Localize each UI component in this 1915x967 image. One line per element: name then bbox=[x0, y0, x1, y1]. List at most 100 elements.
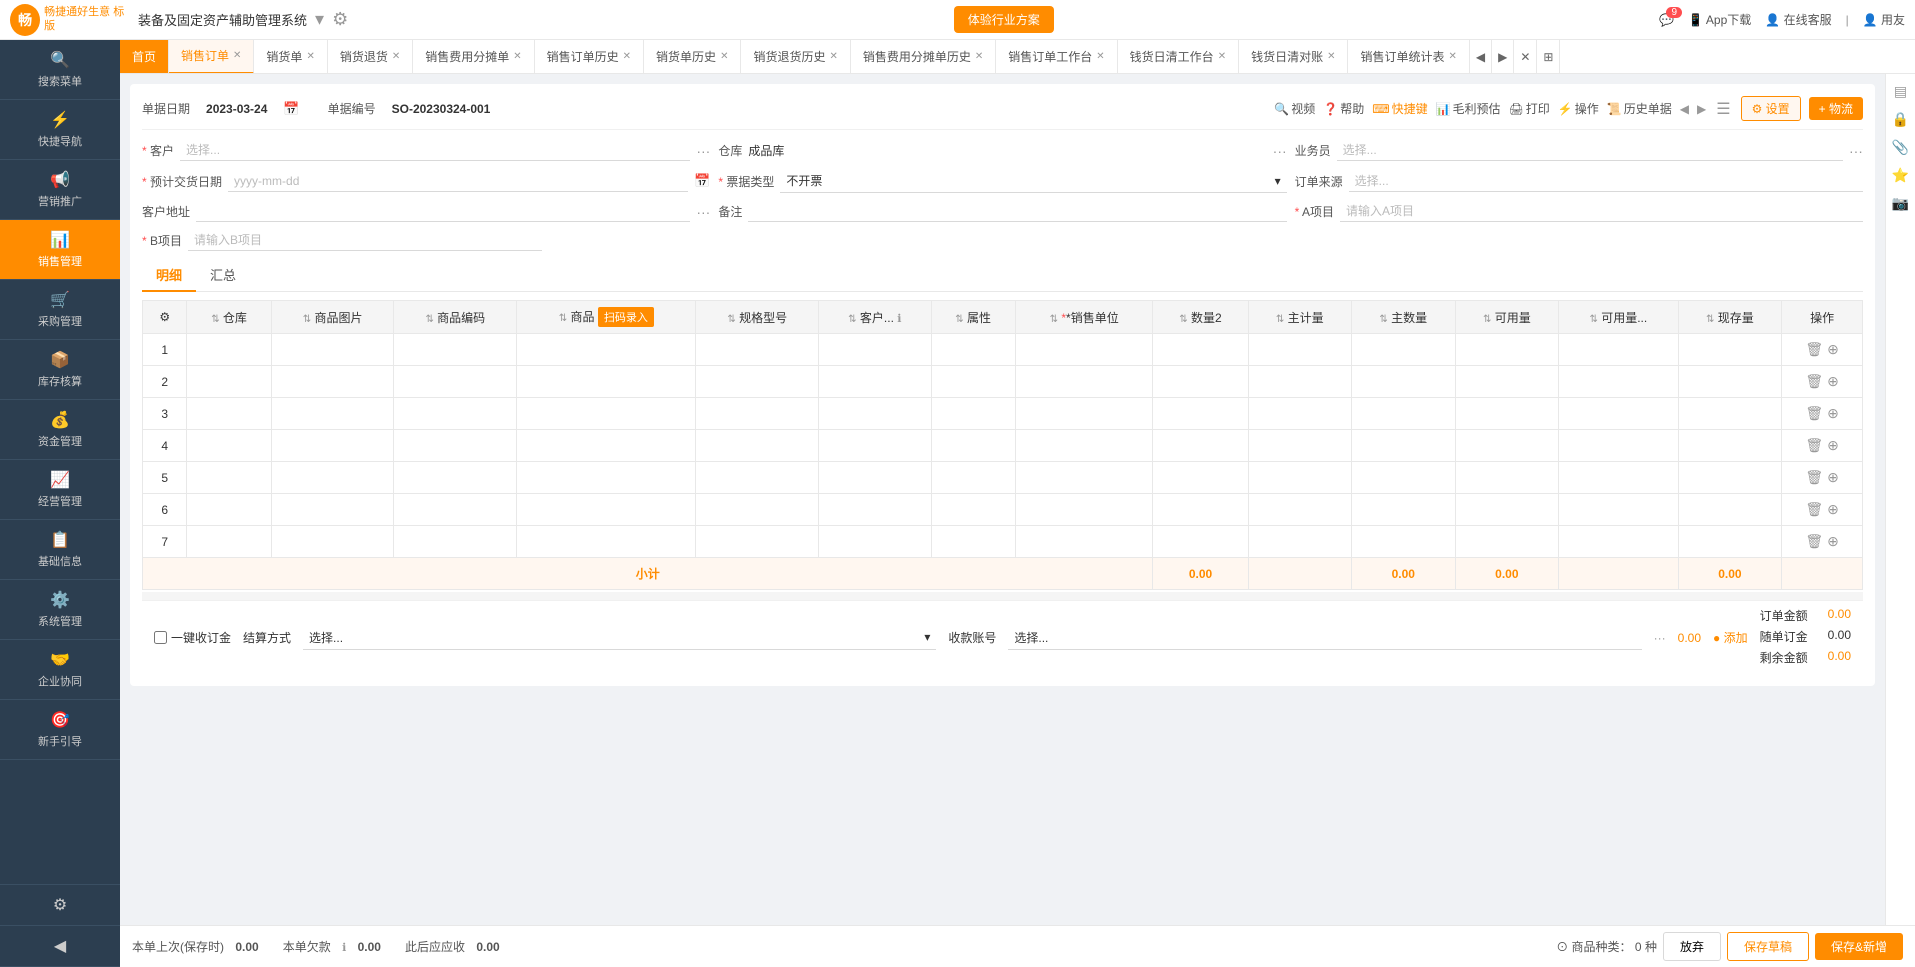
row-image-3[interactable] bbox=[271, 398, 394, 430]
row-available2-1[interactable] bbox=[1559, 334, 1679, 366]
row-delete-1[interactable]: 🗑 bbox=[1805, 341, 1823, 358]
account-select[interactable]: 选择... bbox=[1008, 626, 1641, 650]
row-main-unit-1[interactable] bbox=[1248, 334, 1352, 366]
row-spec-3[interactable] bbox=[696, 398, 819, 430]
tab-nav-grid[interactable]: ⊞ bbox=[1537, 40, 1560, 74]
row-code-4[interactable] bbox=[394, 430, 517, 462]
tab-statistics[interactable]: 销售订单统计表 ✕ bbox=[1348, 40, 1469, 74]
delivery-input[interactable] bbox=[228, 171, 688, 192]
row-available-4[interactable] bbox=[1455, 430, 1559, 462]
row-available-6[interactable] bbox=[1455, 494, 1559, 526]
view-switcher[interactable]: ☰ bbox=[1714, 99, 1732, 119]
row-attribute-6[interactable] bbox=[931, 494, 1015, 526]
row-spec-4[interactable] bbox=[696, 430, 819, 462]
row-unit-4[interactable] bbox=[1015, 430, 1153, 462]
b-project-input[interactable] bbox=[188, 230, 542, 251]
calendar-icon[interactable]: 📅 bbox=[283, 101, 299, 117]
row-main-unit-3[interactable] bbox=[1248, 398, 1352, 430]
row-current-stock-2[interactable] bbox=[1678, 366, 1782, 398]
row-current-stock-4[interactable] bbox=[1678, 430, 1782, 462]
customer-input[interactable] bbox=[180, 140, 690, 161]
row-current-stock-1[interactable] bbox=[1678, 334, 1782, 366]
row-qty2-4[interactable] bbox=[1153, 430, 1248, 462]
table-scrollbar[interactable] bbox=[142, 592, 1863, 600]
sidebar-item-basic[interactable]: 📋 基础信息 bbox=[0, 520, 120, 580]
row-image-5[interactable] bbox=[271, 462, 394, 494]
address-more[interactable]: ··· bbox=[696, 204, 710, 220]
tab-close-order-workbench[interactable]: ✕ bbox=[1096, 51, 1104, 62]
row-image-6[interactable] bbox=[271, 494, 394, 526]
row-main-qty-3[interactable] bbox=[1352, 398, 1456, 430]
row-customer-code-6[interactable] bbox=[819, 494, 931, 526]
row-delete-4[interactable]: 🗑 bbox=[1805, 437, 1823, 454]
industry-btn[interactable]: 体验行业方案 bbox=[954, 6, 1054, 33]
sidebar-item-marketing[interactable]: 📢 营销推广 bbox=[0, 160, 120, 220]
row-code-5[interactable] bbox=[394, 462, 517, 494]
row-main-unit-7[interactable] bbox=[1248, 526, 1352, 558]
tab-daily-reconcile[interactable]: 钱货日清对账 ✕ bbox=[1239, 40, 1348, 74]
sidebar-item-inventory[interactable]: 📦 库存核算 bbox=[0, 340, 120, 400]
app-download[interactable]: 📱 App下载 bbox=[1688, 11, 1751, 28]
right-sidebar-attach-icon[interactable]: 📎 bbox=[1888, 134, 1914, 160]
tab-daily-workbench[interactable]: 钱货日清工作台 ✕ bbox=[1118, 40, 1239, 74]
set-button[interactable]: ⚙ 设置 bbox=[1741, 96, 1801, 121]
add-goods-button[interactable]: + 物流 bbox=[1809, 97, 1863, 120]
row-delete-2[interactable]: 🗑 bbox=[1805, 373, 1823, 390]
row-main-unit-5[interactable] bbox=[1248, 462, 1352, 494]
invoice-select[interactable]: 不开票 ▾ bbox=[780, 169, 1286, 193]
row-spec-5[interactable] bbox=[696, 462, 819, 494]
row-goods-6[interactable] bbox=[517, 494, 696, 526]
right-sidebar-layout-icon[interactable]: ▤ bbox=[1888, 78, 1914, 104]
tab-close-sales-order[interactable]: ✕ bbox=[233, 50, 241, 61]
row-current-stock-7[interactable] bbox=[1678, 526, 1782, 558]
shortcut-action[interactable]: ⌨ 快捷键 bbox=[1372, 100, 1427, 117]
sidebar-settings-btn[interactable]: ⚙ bbox=[0, 884, 120, 926]
row-copy-7[interactable]: ⊕ bbox=[1827, 533, 1839, 550]
row-attribute-1[interactable] bbox=[931, 334, 1015, 366]
row-available-3[interactable] bbox=[1455, 398, 1559, 430]
tab-order-history[interactable]: 销售订单历史 ✕ bbox=[535, 40, 644, 74]
profit-action[interactable]: 📊 毛利预估 bbox=[1436, 100, 1501, 117]
right-sidebar-star-icon[interactable]: ⭐ bbox=[1888, 162, 1914, 188]
tab-close-daily-workbench[interactable]: ✕ bbox=[1218, 51, 1226, 62]
row-available2-2[interactable] bbox=[1559, 366, 1679, 398]
row-main-qty-7[interactable] bbox=[1352, 526, 1456, 558]
one-click-confirm-label[interactable]: 一键收订金 bbox=[154, 629, 231, 646]
sidebar-item-nav[interactable]: ⚡ 快捷导航 bbox=[0, 100, 120, 160]
tab-fee-history[interactable]: 销售费用分摊单历史 ✕ bbox=[851, 40, 996, 74]
row-main-unit-2[interactable] bbox=[1248, 366, 1352, 398]
detail-tab-summary[interactable]: 汇总 bbox=[196, 259, 250, 291]
row-delete-6[interactable]: 🗑 bbox=[1805, 501, 1823, 518]
row-qty2-1[interactable] bbox=[1153, 334, 1248, 366]
one-click-confirm-checkbox[interactable] bbox=[154, 631, 167, 644]
pay-method-select[interactable]: 选择... ▾ bbox=[303, 626, 936, 650]
row-goods-7[interactable] bbox=[517, 526, 696, 558]
row-code-7[interactable] bbox=[394, 526, 517, 558]
row-goods-1[interactable] bbox=[517, 334, 696, 366]
row-copy-6[interactable]: ⊕ bbox=[1827, 501, 1839, 518]
account-more[interactable]: ··· bbox=[1654, 631, 1666, 645]
save-draft-button[interactable]: 保存草稿 bbox=[1727, 932, 1809, 961]
sidebar-item-guide[interactable]: 🎯 新手引导 bbox=[0, 700, 120, 760]
staff-input[interactable] bbox=[1337, 140, 1843, 161]
row-available-7[interactable] bbox=[1455, 526, 1559, 558]
row-main-qty-6[interactable] bbox=[1352, 494, 1456, 526]
row-main-qty-4[interactable] bbox=[1352, 430, 1456, 462]
row-warehouse-2[interactable] bbox=[187, 366, 271, 398]
detail-tab-detail[interactable]: 明细 bbox=[142, 259, 196, 292]
row-unit-3[interactable] bbox=[1015, 398, 1153, 430]
row-warehouse-1[interactable] bbox=[187, 334, 271, 366]
tab-close-daily-reconcile[interactable]: ✕ bbox=[1327, 51, 1335, 62]
user-avatar[interactable]: 👤 用友 bbox=[1863, 11, 1905, 28]
row-code-3[interactable] bbox=[394, 398, 517, 430]
row-unit-6[interactable] bbox=[1015, 494, 1153, 526]
row-customer-code-5[interactable] bbox=[819, 462, 931, 494]
tab-close-return-history[interactable]: ✕ bbox=[829, 51, 837, 62]
tab-close-fee-split[interactable]: ✕ bbox=[513, 51, 521, 62]
row-attribute-4[interactable] bbox=[931, 430, 1015, 462]
row-copy-2[interactable]: ⊕ bbox=[1827, 373, 1839, 390]
row-copy-4[interactable]: ⊕ bbox=[1827, 437, 1839, 454]
th-settings[interactable]: ⚙ bbox=[143, 301, 187, 334]
row-attribute-5[interactable] bbox=[931, 462, 1015, 494]
delivery-calendar-icon[interactable]: 📅 bbox=[694, 173, 710, 189]
